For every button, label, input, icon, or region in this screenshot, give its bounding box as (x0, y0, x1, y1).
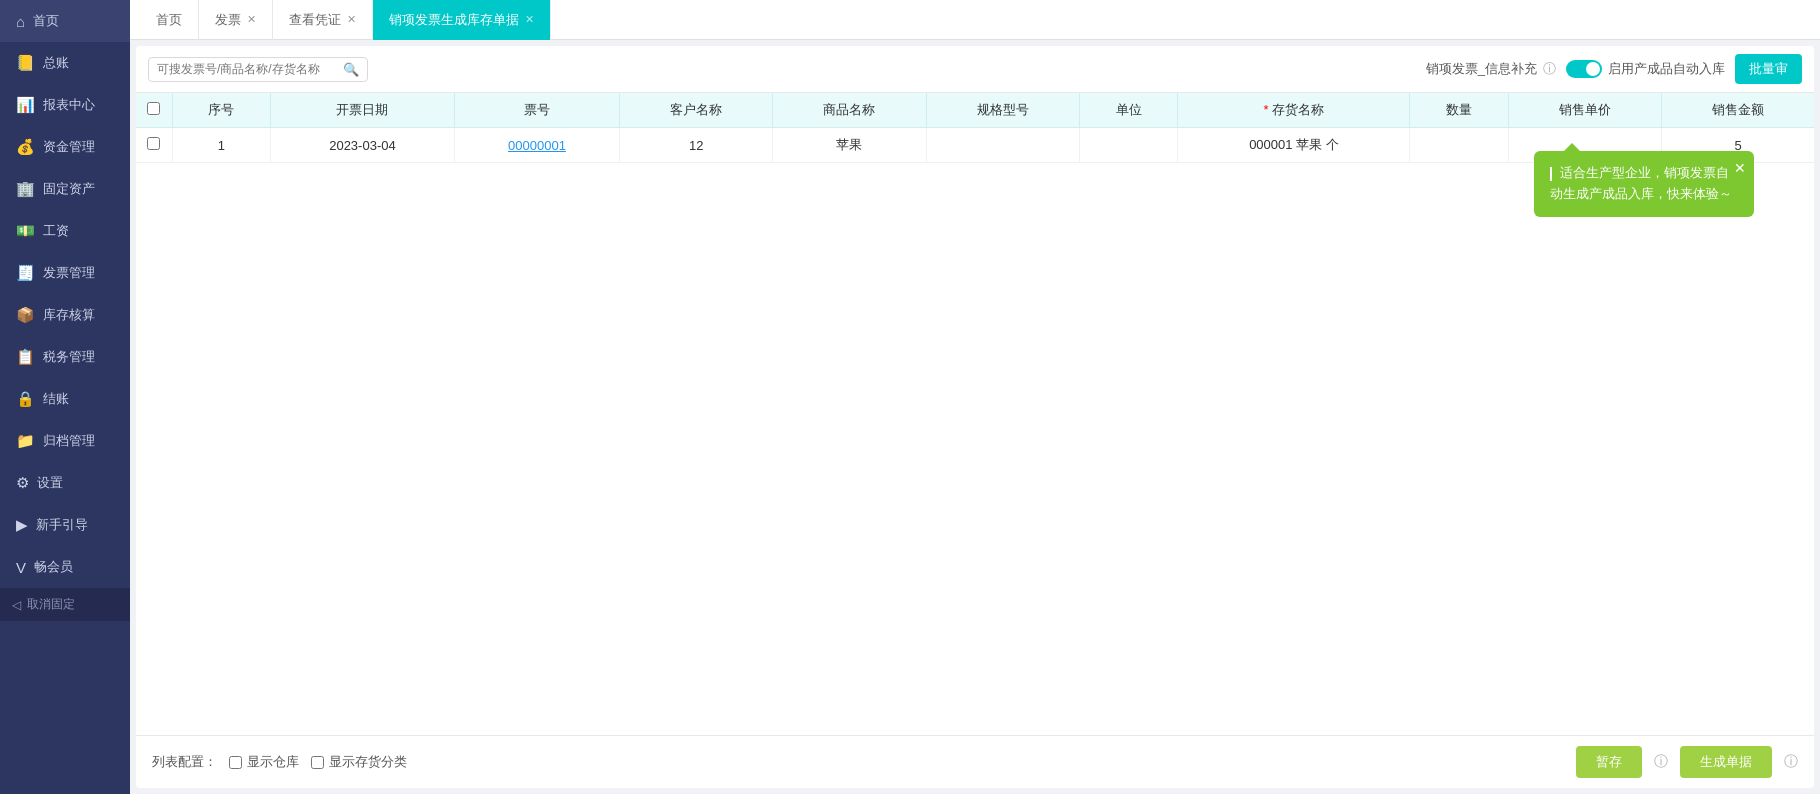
cell-spec (926, 128, 1079, 163)
generate-help-icon[interactable]: ⓘ (1784, 753, 1798, 771)
config-label: 列表配置： (152, 753, 217, 771)
sidebar-item-payroll[interactable]: 💵 工资 (0, 210, 130, 252)
cell-ticket-no[interactable]: 00000001 (454, 128, 619, 163)
select-all-checkbox[interactable] (147, 102, 160, 115)
header-date: 开票日期 (271, 93, 455, 128)
tab-invoice[interactable]: 发票 ✕ (199, 0, 273, 40)
search-input[interactable] (157, 62, 337, 76)
sidebar-item-settings[interactable]: ⚙ 设置 (0, 462, 130, 504)
capital-icon: 💰 (16, 138, 35, 156)
cell-product-name: 苹果 (773, 128, 926, 163)
tab-bar: 首页 发票 ✕ 查看凭证 ✕ 销项发票生成库存单据 ✕ (130, 0, 1820, 40)
row-checkbox[interactable] (147, 137, 160, 150)
header-checkbox-col (136, 93, 172, 128)
sidebar-item-closing[interactable]: 🔒 结账 (0, 378, 130, 420)
main-area: 首页 发票 ✕ 查看凭证 ✕ 销项发票生成库存单据 ✕ 🔍 销项发票_信息补充 … (130, 0, 1820, 794)
home-icon: ⌂ (16, 13, 25, 30)
inventory-icon: 📦 (16, 306, 35, 324)
tooltip-close-button[interactable]: ✕ (1734, 157, 1746, 179)
show-warehouse-label: 显示仓库 (247, 753, 299, 771)
save-help-icon[interactable]: ⓘ (1654, 753, 1668, 771)
header-customer: 客户名称 (620, 93, 773, 128)
info-label: 销项发票_信息补充 (1426, 60, 1537, 78)
save-button[interactable]: 暂存 (1576, 746, 1642, 778)
content-panel: 🔍 销项发票_信息补充 ⓘ 启用产成品自动入库 批量审 (136, 46, 1814, 788)
tooltip-text: 适合生产型企业，销项发票自动生成产成品入库，快来体验～ (1550, 165, 1732, 201)
generate-button[interactable]: 生成单据 (1680, 746, 1772, 778)
batch-button[interactable]: 批量审 (1735, 54, 1802, 84)
toggle-knob (1586, 62, 1600, 76)
close-voucher-tab[interactable]: ✕ (347, 13, 356, 26)
sidebar-item-invoice[interactable]: 🧾 发票管理 (0, 252, 130, 294)
toggle-container: 启用产成品自动入库 (1566, 60, 1725, 78)
tax-icon: 📋 (16, 348, 35, 366)
sidebar-item-capital[interactable]: 💰 资金管理 (0, 126, 130, 168)
guide-icon: ▶ (16, 516, 28, 534)
bottom-bar: 列表配置： 显示仓库 显示存货分类 暂存 ⓘ 生成单据 ⓘ (136, 735, 1814, 788)
cell-unit (1079, 128, 1178, 163)
assets-icon: 🏢 (16, 180, 35, 198)
header-unit: 单位 (1079, 93, 1178, 128)
bottom-buttons: 暂存 ⓘ 生成单据 ⓘ (1576, 746, 1798, 778)
show-warehouse-checkbox[interactable] (229, 756, 242, 769)
sidebar: ⌂ 首页 📒 总账 📊 报表中心 💰 资金管理 🏢 固定资产 💵 工资 🧾 发票… (0, 0, 130, 794)
toolbar-info: 销项发票_信息补充 ⓘ (1426, 60, 1556, 78)
cell-customer: 12 (620, 128, 773, 163)
header-qty: 数量 (1410, 93, 1509, 128)
search-box[interactable]: 🔍 (148, 57, 368, 82)
sidebar-item-inventory[interactable]: 📦 库存核算 (0, 294, 130, 336)
show-category-checkbox[interactable] (311, 756, 324, 769)
show-category-option[interactable]: 显示存货分类 (311, 753, 407, 771)
undo-fixed-button[interactable]: ◁ 取消固定 (0, 588, 130, 621)
header-amount: 销售金额 (1662, 93, 1814, 128)
table-header-row: 序号 开票日期 票号 客户名称 商品名称 规格型号 单位 存货名称 数量 销售单… (136, 93, 1814, 128)
sidebar-item-archive[interactable]: 📁 归档管理 (0, 420, 130, 462)
toolbar: 🔍 销项发票_信息补充 ⓘ 启用产成品自动入库 批量审 (136, 46, 1814, 93)
sidebar-item-report[interactable]: 📊 报表中心 (0, 84, 130, 126)
header-ticket-no: 票号 (454, 93, 619, 128)
sidebar-item-guide[interactable]: ▶ 新手引导 (0, 504, 130, 546)
show-category-label: 显示存货分类 (329, 753, 407, 771)
archive-icon: 📁 (16, 432, 35, 450)
tooltip-box: ✕ 适合生产型企业，销项发票自动生成产成品入库，快来体验～ (1534, 151, 1754, 217)
ledger-icon: 📒 (16, 54, 35, 72)
closing-icon: 🔒 (16, 390, 35, 408)
cell-qty (1410, 128, 1509, 163)
sidebar-item-member[interactable]: V 畅会员 (0, 546, 130, 588)
row-checkbox-cell[interactable] (136, 128, 172, 163)
tab-voucher[interactable]: 查看凭证 ✕ (273, 0, 373, 40)
tab-return-invoice[interactable]: 销项发票生成库存单据 ✕ (373, 0, 551, 40)
sidebar-item-home[interactable]: ⌂ 首页 (0, 0, 130, 42)
settings-icon: ⚙ (16, 474, 29, 492)
undo-icon: ◁ (12, 598, 21, 612)
member-icon: V (16, 559, 26, 576)
header-spec: 规格型号 (926, 93, 1079, 128)
close-return-tab[interactable]: ✕ (525, 13, 534, 26)
invoice-icon: 🧾 (16, 264, 35, 282)
cell-inventory: 000001 苹果 个 (1178, 128, 1410, 163)
info-help-icon[interactable]: ⓘ (1543, 60, 1556, 78)
sidebar-item-assets[interactable]: 🏢 固定资产 (0, 168, 130, 210)
report-icon: 📊 (16, 96, 35, 114)
show-warehouse-option[interactable]: 显示仓库 (229, 753, 299, 771)
sidebar-item-ledger[interactable]: 📒 总账 (0, 42, 130, 84)
header-product-name: 商品名称 (773, 93, 926, 128)
cell-seq: 1 (172, 128, 271, 163)
header-inventory: 存货名称 (1178, 93, 1410, 128)
header-unit-price: 销售单价 (1509, 93, 1662, 128)
search-icon[interactable]: 🔍 (343, 62, 359, 77)
sidebar-item-tax[interactable]: 📋 税务管理 (0, 336, 130, 378)
toggle-label: 启用产成品自动入库 (1608, 60, 1725, 78)
tab-home[interactable]: 首页 (140, 0, 199, 40)
auto-warehousing-toggle[interactable] (1566, 60, 1602, 78)
close-invoice-tab[interactable]: ✕ (247, 13, 256, 26)
payroll-icon: 💵 (16, 222, 35, 240)
header-seq: 序号 (172, 93, 271, 128)
cell-date: 2023-03-04 (271, 128, 455, 163)
tooltip-cursor (1550, 167, 1552, 181)
